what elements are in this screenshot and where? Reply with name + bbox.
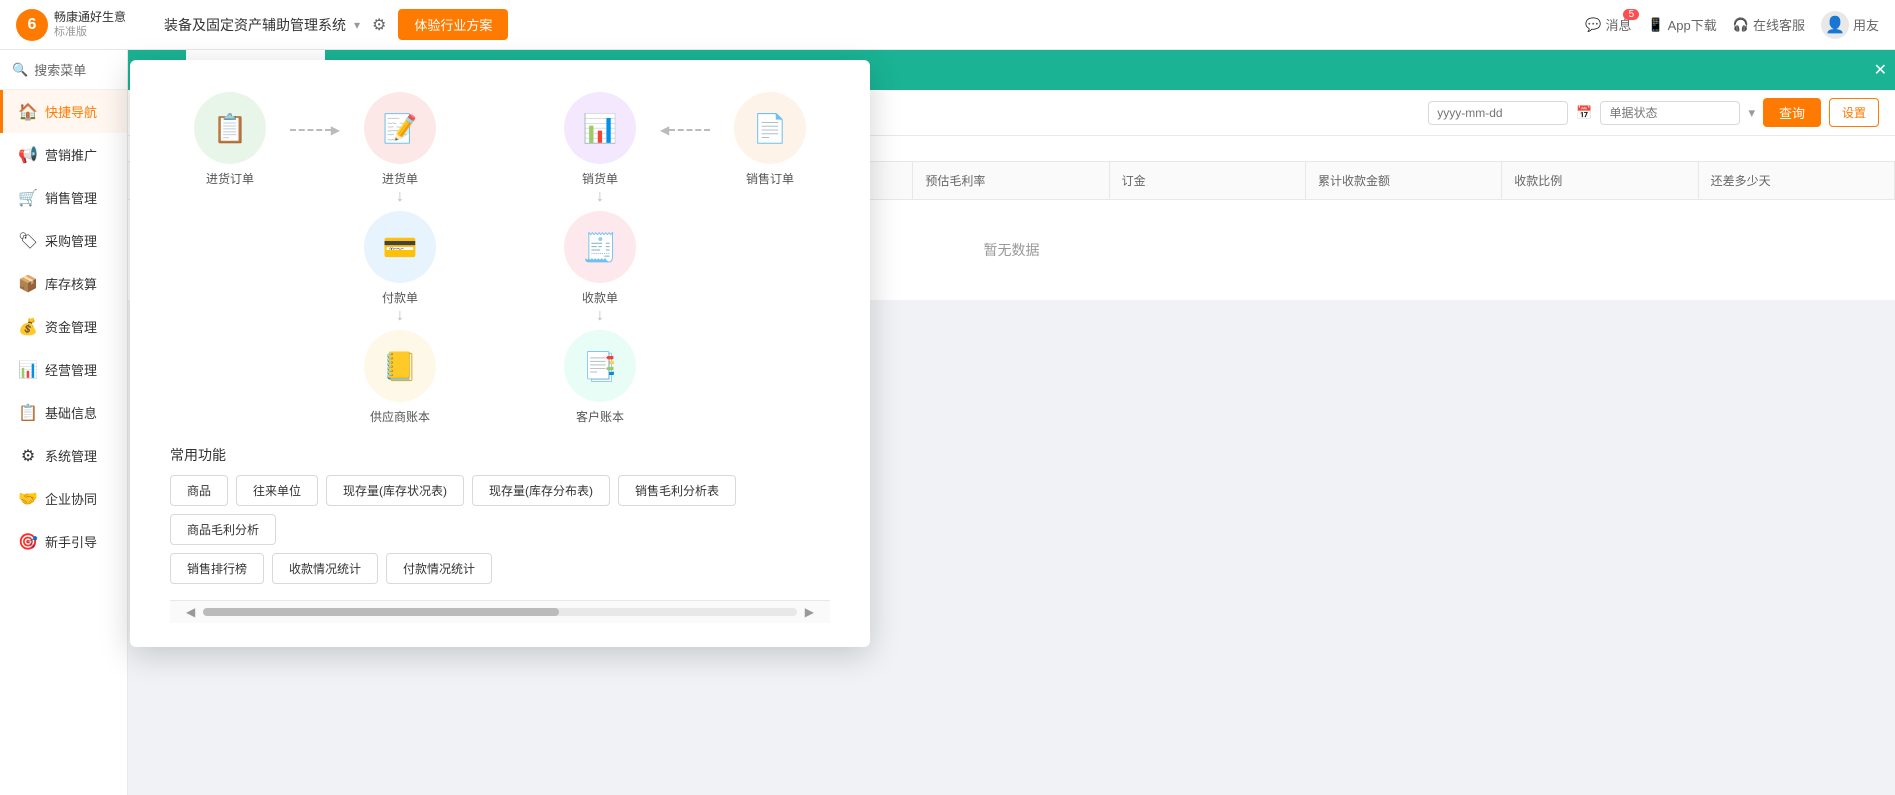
sp-l2 — [170, 306, 290, 326]
spacer-m3 — [660, 211, 710, 306]
arrow-down-receipt: ↓ — [540, 306, 660, 326]
customer-ledger-label: 客户账本 — [576, 408, 624, 425]
page-content: ❓ 帮助 🖨 按模板打印 ▾ 📤 导出 🔄 刷新 — [128, 90, 1895, 795]
sales-order-circle: 📄 — [734, 92, 806, 164]
down-arrow-2: ↓ — [596, 189, 604, 205]
scrollbar-track[interactable] — [203, 608, 797, 616]
arrow-down-payment: ↓ — [340, 306, 460, 326]
common-btn-stock-dist[interactable]: 现存量(库存分布表) — [472, 475, 610, 506]
sp-r3 — [710, 330, 830, 425]
flow-node-sales[interactable]: 📊 销货单 — [540, 92, 660, 187]
receipt-circle: 🧾 — [564, 211, 636, 283]
sp-m2-3 — [460, 330, 540, 425]
sp-l3 — [170, 330, 290, 425]
flow-node-purchase-order[interactable]: 📋 进货订单 — [170, 92, 290, 187]
common-btn-sales-ranking[interactable]: 销售排行榜 — [170, 553, 264, 584]
arrow-1: ▶ — [290, 123, 340, 157]
customer-ledger-circle: 📑 — [564, 330, 636, 402]
purchase-order-icon: 📋 — [213, 112, 248, 145]
sp-m3-2 — [660, 306, 710, 326]
customer-ledger-icon: 📑 — [583, 350, 618, 383]
sp-m1-2 — [290, 306, 340, 326]
spacer-mid-right — [660, 187, 710, 207]
sales-circle: 📊 — [564, 92, 636, 164]
common-btns-row-2: 销售排行榜 收款情况统计 付款情况统计 — [170, 553, 830, 584]
sp-r2 — [710, 306, 830, 326]
common-btn-payment-stats[interactable]: 付款情况统计 — [386, 553, 492, 584]
arrow-down-purchase: ↓ — [340, 187, 460, 207]
flow-node-payment[interactable]: 💳 付款单 — [340, 211, 460, 306]
flow-node-purchase[interactable]: 📝 进货单 — [340, 92, 460, 187]
scroll-right-icon[interactable]: ▶ — [805, 605, 814, 619]
spacer-left — [170, 187, 290, 207]
flow-node-supplier-ledger[interactable]: 📒 供应商账本 — [340, 330, 460, 425]
common-btn-sales-gross[interactable]: 销售毛利分析表 — [618, 475, 736, 506]
payment-label: 付款单 — [382, 289, 418, 306]
spacer-l — [170, 211, 290, 306]
main-area: 🔍 搜索菜单 🏠 快捷导航 📢 营销推广 🛒 销售管理 🏷 采购管理 📦 — [0, 50, 1895, 795]
arrow-down-sales: ↓ — [540, 187, 660, 207]
sales-order-icon: 📄 — [753, 112, 788, 145]
purchase-order-label: 进货订单 — [206, 170, 254, 187]
flow-row-1: 📋 进货订单 ▶ — [170, 92, 830, 187]
receipt-icon: 🧾 — [583, 231, 618, 264]
purchase-circle: 📝 — [364, 92, 436, 164]
scrollbar-thumb — [203, 608, 559, 616]
flow-node-customer-ledger[interactable]: 📑 客户账本 — [540, 330, 660, 425]
payment-circle: 💳 — [364, 211, 436, 283]
common-functions-section: 常用功能 商品 往来单位 现存量(库存状况表) 现存量(库存分布表) 销售毛利分… — [170, 445, 830, 584]
down-arrow-3: ↓ — [396, 308, 404, 324]
modal-overlay: 📋 进货订单 ▶ — [128, 90, 1895, 795]
purchase-order-circle: 📋 — [194, 92, 266, 164]
spacer-m2 — [460, 211, 540, 306]
spacer-mid-left — [290, 187, 340, 207]
sp-m1-3 — [290, 330, 340, 425]
supplier-ledger-circle: 📒 — [364, 330, 436, 402]
common-btn-product-gross[interactable]: 商品毛利分析 — [170, 514, 276, 545]
common-btn-receipt-stats[interactable]: 收款情况统计 — [272, 553, 378, 584]
down-arrow-1: ↓ — [396, 189, 404, 205]
supplier-ledger-label: 供应商账本 — [370, 408, 430, 425]
payment-icon: 💳 — [383, 231, 418, 264]
sales-icon: 📊 — [583, 112, 618, 145]
common-btn-product[interactable]: 商品 — [170, 475, 228, 506]
modal-scrollbar: ◀ ▶ — [170, 600, 830, 623]
spacer-r — [710, 211, 830, 306]
common-functions-title: 常用功能 — [170, 445, 830, 465]
spacer-right — [710, 187, 830, 207]
flow-row-3: 📒 供应商账本 📑 客户账本 — [170, 330, 830, 425]
flow-row-2: 💳 付款单 🧾 收款单 — [170, 211, 830, 306]
purchase-label: 进货单 — [382, 170, 418, 187]
app-container: 6 畅康通好生意 标准版 装备及固定资产辅助管理系统 ▾ ⚙ 体验行业方案 💬 … — [0, 0, 1895, 795]
sp-m3-3 — [660, 330, 710, 425]
spacer-m1 — [290, 211, 340, 306]
supplier-ledger-icon: 📒 — [383, 350, 418, 383]
content-area: 首页 销售订单执行表 ✕ ✕ ❓ 帮助 🖨 按 — [128, 50, 1895, 795]
flow-node-receipt[interactable]: 🧾 收款单 — [540, 211, 660, 306]
arrow-2: ◀ — [660, 123, 710, 157]
sales-label: 销货单 — [582, 170, 618, 187]
purchase-icon: 📝 — [383, 112, 418, 145]
flow-diagram: 📋 进货订单 ▶ — [170, 92, 830, 425]
spacer-mid — [460, 187, 540, 207]
common-btn-partner[interactable]: 往来单位 — [236, 475, 318, 506]
common-btn-stock-status[interactable]: 现存量(库存状况表) — [326, 475, 464, 506]
flow-node-sales-order[interactable]: 📄 销售订单 — [710, 92, 830, 187]
quick-nav-modal: 📋 进货订单 ▶ — [130, 90, 870, 647]
arrow-row: ↓ ↓ — [170, 187, 830, 207]
scroll-left-icon[interactable]: ◀ — [186, 605, 195, 619]
receipt-label: 收款单 — [582, 289, 618, 306]
down-arrow-4: ↓ — [596, 308, 604, 324]
sales-order-label: 销售订单 — [746, 170, 794, 187]
arrow-row-2: ↓ ↓ — [170, 306, 830, 326]
sp-m2-2 — [460, 306, 540, 326]
common-btns-row-1: 商品 往来单位 现存量(库存状况表) 现存量(库存分布表) 销售毛利分析表 商品… — [170, 475, 830, 545]
